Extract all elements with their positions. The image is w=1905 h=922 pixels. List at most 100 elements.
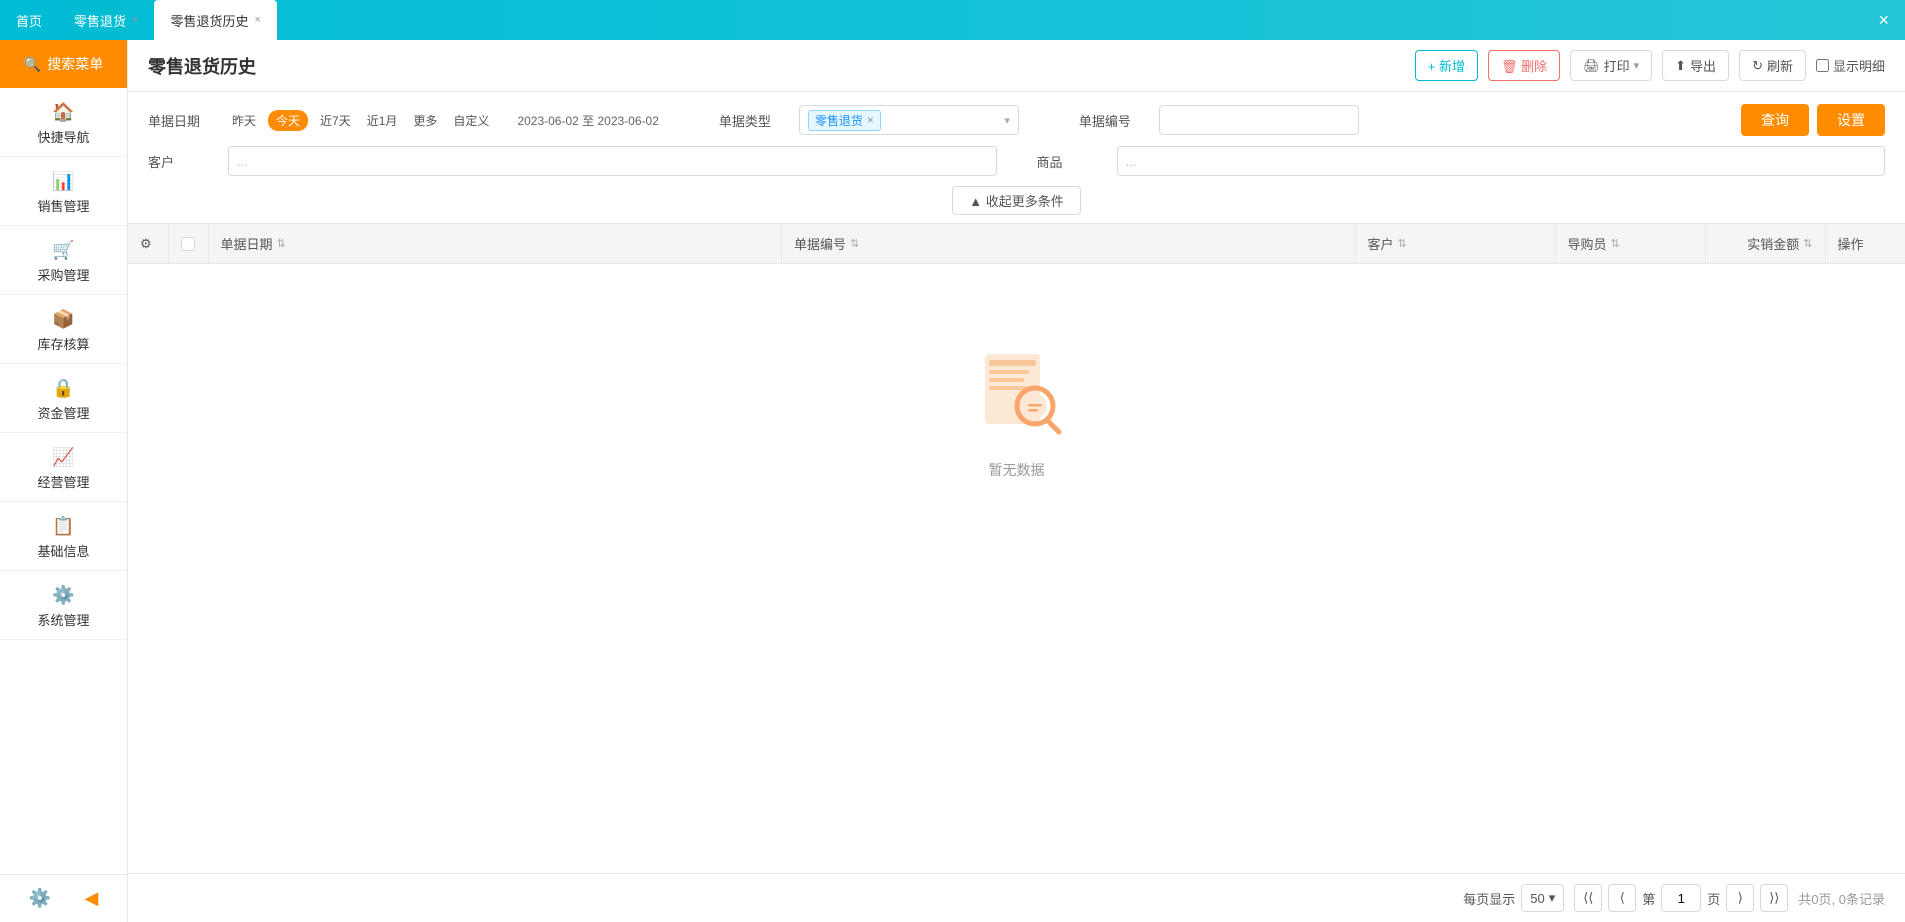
refresh-button[interactable]: ↻ 刷新 [1739,50,1806,81]
th-guide[interactable]: 导购员 ⇅ [1555,224,1705,264]
tab-retail-return[interactable]: 零售退货 × [58,0,154,40]
collapse-row: ▲ 收起更多条件 [148,186,1885,215]
sidebar-item-purchase-mgmt[interactable]: 🛒 采购管理 [0,226,127,295]
sidebar-item-purchase-mgmt-label: 采购管理 [37,265,89,284]
sidebar-settings-icon[interactable]: ⚙️ [29,888,51,909]
th-customer-sort-icon: ⇅ [1398,237,1407,250]
th-checkbox[interactable] [168,224,208,264]
sidebar-collapse-icon[interactable]: ◀ [84,888,98,909]
sidebar-item-system-mgmt-label: 系统管理 [37,610,89,629]
page-input-label: 第 [1642,889,1655,908]
settings-button[interactable]: 设置 [1817,104,1885,136]
data-table: ⚙ 单据日期 ⇅ 单据编号 [128,224,1905,560]
sidebar-bottom: ⚙️ ◀ [0,874,127,922]
th-no[interactable]: 单据编号 ⇅ [782,224,1356,264]
filter-row-2: 客户 ... 商品 ... [148,146,1885,176]
sidebar: 🔍 搜索菜单 🏠 快捷导航 📊 销售管理 🛒 采购管理 📦 库存核算 🔒 [0,40,128,922]
date-btn-7days[interactable]: 近7天 [316,110,355,131]
inventory-icon: 📦 [52,309,74,330]
page-size-dropdown-icon: ▾ [1549,890,1556,906]
show-detail-checkbox-label[interactable]: 显示明细 [1816,56,1885,75]
sidebar-item-system-mgmt[interactable]: ⚙️ 系统管理 [0,571,127,640]
tab-retail-return-close[interactable]: × [132,14,138,26]
th-no-sort-icon: ⇅ [850,237,859,250]
page-number-input[interactable] [1661,884,1701,912]
prev-page-button[interactable]: ⟨ [1608,884,1636,912]
th-amount[interactable]: 实销金额 ⇅ [1705,224,1825,264]
per-page-label: 每页显示 [1463,889,1515,908]
export-button[interactable]: ⬆ 导出 [1662,50,1729,81]
main-layout: 🔍 搜索菜单 🏠 快捷导航 📊 销售管理 🛒 采购管理 📦 库存核算 🔒 [0,40,1905,922]
th-customer[interactable]: 客户 ⇅ [1355,224,1555,264]
sidebar-item-quick-nav-label: 快捷导航 [37,127,89,146]
page-nav: ⟨⟨ ⟨ 第 页 ⟩ ⟩⟩ [1574,884,1788,912]
system-mgmt-icon: ⚙️ [52,585,74,606]
first-page-button[interactable]: ⟨⟨ [1574,884,1602,912]
date-range-display: 2023-06-02 至 2023-06-02 [517,112,658,129]
th-date[interactable]: 单据日期 ⇅ [208,224,782,264]
query-actions: 查询 设置 [1741,104,1885,136]
voucher-type-select[interactable]: 零售退货 × ▾ [799,105,1019,135]
sidebar-nav: 🏠 快捷导航 📊 销售管理 🛒 采购管理 📦 库存核算 🔒 资金管理 📈 [0,88,127,874]
select-all-checkbox[interactable] [181,237,195,251]
show-detail-checkbox[interactable] [1816,59,1829,72]
date-btn-today[interactable]: 今天 [268,110,308,131]
tab-retail-return-history[interactable]: 零售退货历史 × [154,0,276,40]
date-btn-yesterday[interactable]: 昨天 [228,110,260,131]
customer-input[interactable]: ... [228,146,997,176]
voucher-type-tag: 零售退货 × [808,110,881,131]
query-button[interactable]: 查询 [1741,104,1809,136]
date-btn-more[interactable]: 更多 [409,110,441,131]
sidebar-item-operation-mgmt[interactable]: 📈 经营管理 [0,433,127,502]
customer-label: 客户 [148,152,208,171]
purchase-mgmt-icon: 🛒 [52,240,74,261]
close-window-button[interactable]: × [1878,10,1889,31]
date-btn-1month[interactable]: 近1月 [363,110,402,131]
tab-home[interactable]: 首页 [0,0,58,40]
delete-button[interactable]: 🗑 删除 [1488,50,1560,81]
next-page-button[interactable]: ⟩ [1726,884,1754,912]
sidebar-item-quick-nav[interactable]: 🏠 快捷导航 [0,88,127,157]
th-date-label: 单据日期 [221,234,273,253]
empty-illustration [967,344,1067,444]
sidebar-item-basic-info[interactable]: 📋 基础信息 [0,502,127,571]
tab-home-label: 首页 [16,11,42,30]
print-button[interactable]: 🖨 🖨 打印 打印 ▾ [1570,50,1652,81]
goods-input[interactable]: ... [1117,146,1886,176]
sidebar-item-finance-mgmt[interactable]: 🔒 资金管理 [0,364,127,433]
empty-state: 暂无数据 [128,264,1905,560]
sidebar-item-inventory-label: 库存核算 [37,334,89,353]
page-actions: + 新增 🗑 删除 🖨 🖨 打印 打印 ▾ ⬆ 导出 ↻ 刷新 [1415,50,1885,81]
print-icon: 🖨 [1583,58,1600,74]
empty-state-cell: 暂无数据 [128,264,1905,561]
page-total: 共0页, 0条记录 [1798,889,1885,908]
th-date-sort-icon: ⇅ [277,237,286,250]
sidebar-item-operation-mgmt-label: 经营管理 [37,472,89,491]
last-page-button[interactable]: ⟩⟩ [1760,884,1788,912]
goods-label: 商品 [1037,152,1097,171]
new-button[interactable]: + 新增 [1415,50,1478,81]
voucher-no-input[interactable] [1159,105,1359,135]
filter-area: 单据日期 昨天 今天 近7天 近1月 更多 自定义 2023-06-02 至 2… [128,92,1905,224]
th-amount-sort-icon: ⇅ [1803,237,1812,250]
th-settings[interactable]: ⚙ [128,224,168,264]
print-dropdown-icon: ▾ [1634,59,1640,72]
table-header-row: ⚙ 单据日期 ⇅ 单据编号 [128,224,1905,264]
tab-retail-return-history-close[interactable]: × [254,14,260,26]
voucher-type-label: 单据类型 [719,111,779,130]
sidebar-item-sales-mgmt[interactable]: 📊 销售管理 [0,157,127,226]
th-actions-label: 操作 [1838,237,1864,252]
page-size-box[interactable]: 50 ▾ [1521,884,1564,912]
collapse-button[interactable]: ▲ 收起更多条件 [952,186,1080,215]
date-btn-custom[interactable]: 自定义 [449,110,493,131]
sidebar-search[interactable]: 🔍 搜索菜单 [0,40,127,88]
page-title: 零售退货历史 [148,53,256,79]
th-customer-label: 客户 [1368,234,1394,253]
export-icon: ⬆ [1675,58,1686,74]
voucher-no-label: 单据编号 [1079,111,1139,130]
voucher-type-tag-close[interactable]: × [867,113,874,127]
sidebar-item-inventory[interactable]: 📦 库存核算 [0,295,127,364]
voucher-type-dropdown-icon: ▾ [1004,114,1010,127]
customer-placeholder: ... [237,154,248,169]
quick-nav-icon: 🏠 [52,102,74,123]
